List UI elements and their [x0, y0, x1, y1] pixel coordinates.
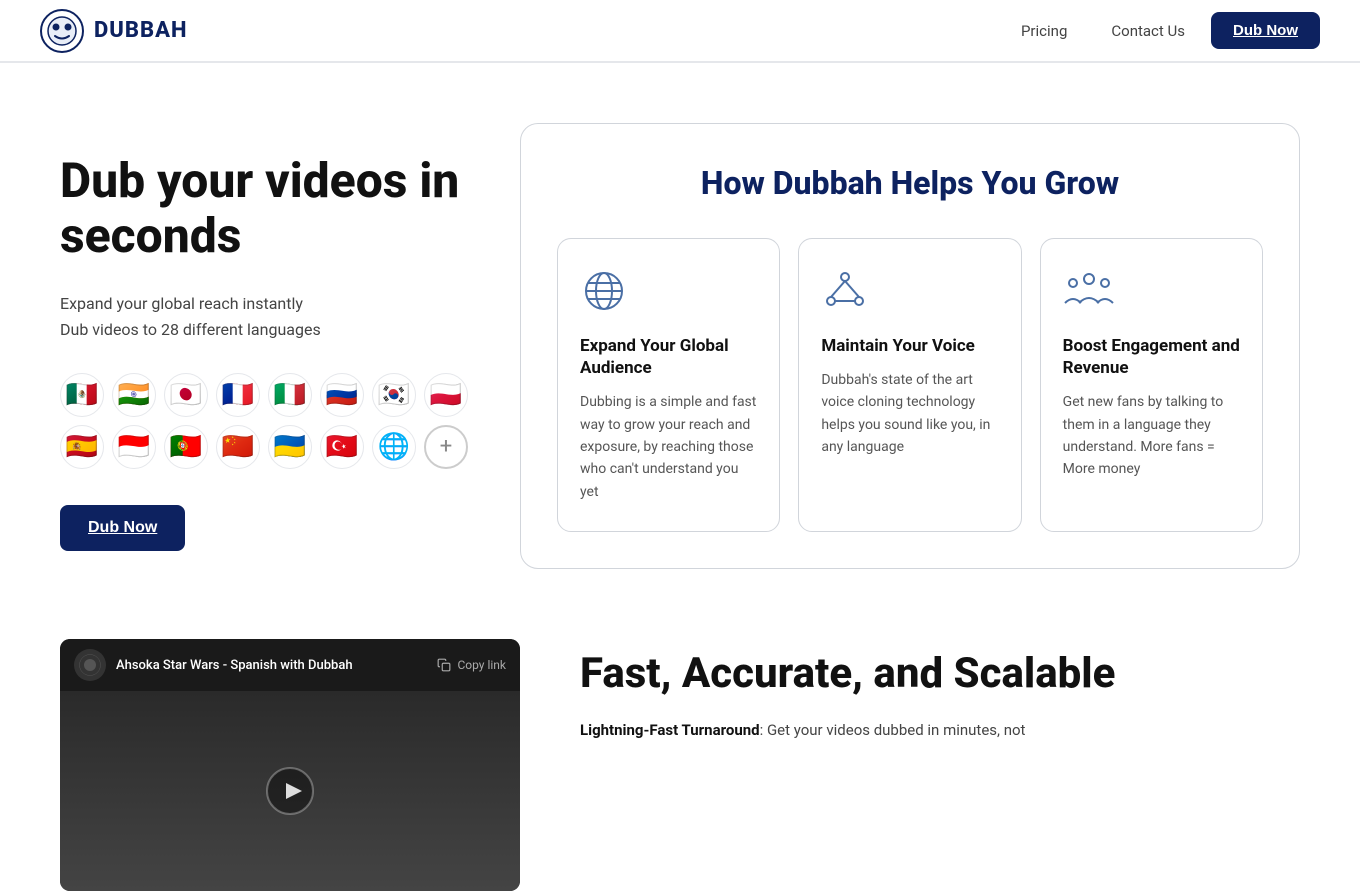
feature-card-2: Boost Engagement and Revenue Get new fan… — [1040, 238, 1263, 532]
cards-row: Expand Your Global Audience Dubbing is a… — [557, 238, 1263, 532]
flag-indonesia: 🇮🇩 — [112, 425, 156, 469]
cards-panel: How Dubbah Helps You Grow Expand Your Gl… — [520, 123, 1300, 569]
flag-poland: 🇵🇱 — [424, 373, 468, 417]
dub-now-hero-button[interactable]: Dub Now — [60, 505, 185, 551]
dub-now-nav-button[interactable]: Dub Now — [1211, 12, 1320, 49]
bottom-desc-rest: : Get your videos dubbed in minutes, not — [760, 721, 1026, 739]
bottom-desc: Lightning-Fast Turnaround: Get your vide… — [580, 718, 1300, 744]
cards-title-bold: Helps You Grow — [891, 164, 1120, 202]
bottom-title: Fast, Accurate, and Scalable — [580, 649, 1300, 699]
video-avatar — [74, 649, 106, 681]
flag-russia: 🇷🇺 — [320, 373, 364, 417]
video-copy-area[interactable]: Copy link — [437, 658, 506, 672]
flag-more-button[interactable]: + — [424, 425, 468, 469]
card-icon-2 — [1063, 267, 1115, 319]
pricing-link[interactable]: Pricing — [1003, 14, 1085, 48]
video-container: Ahsoka Star Wars - Spanish with Dubbah C… — [60, 639, 520, 891]
flag-japan: 🇯🇵 — [164, 373, 208, 417]
logo-area: DUBBAH — [40, 9, 187, 53]
card-heading-0: Expand Your Global Audience — [580, 335, 757, 379]
copy-icon — [437, 658, 451, 672]
video-title-text: Ahsoka Star Wars - Spanish with Dubbah — [116, 658, 353, 673]
card-heading-1: Maintain Your Voice — [821, 335, 998, 357]
navbar: DUBBAH Pricing Contact Us Dub Now — [0, 0, 1360, 62]
bottom-section: Ahsoka Star Wars - Spanish with Dubbah C… — [0, 609, 1360, 891]
card-desc-0: Dubbing is a simple and fast way to grow… — [580, 391, 757, 503]
video-title-area: Ahsoka Star Wars - Spanish with Dubbah — [74, 649, 353, 681]
video-mockup: Ahsoka Star Wars - Spanish with Dubbah C… — [60, 639, 520, 891]
flag-spain: 🇪🇸 — [60, 425, 104, 469]
dubbah-logo-icon — [40, 9, 84, 53]
flag-south-korea: 🇰🇷 — [372, 373, 416, 417]
flag-ukraine: 🇺🇦 — [268, 425, 312, 469]
video-header: Ahsoka Star Wars - Spanish with Dubbah C… — [60, 639, 520, 691]
cards-panel-title: How Dubbah Helps You Grow — [557, 164, 1263, 202]
flag-portugal: 🇵🇹 — [164, 425, 208, 469]
hero-left: Dub your videos in seconds Expand your g… — [60, 123, 480, 551]
hero-subtitle-line2: Dub videos to 28 different languages — [60, 317, 480, 343]
card-icon-0 — [580, 267, 632, 319]
flag-mexico: 🇲🇽 — [60, 373, 104, 417]
brand-name: DUBBAH — [94, 18, 187, 43]
feature-card-1: Maintain Your Voice Dubbah's state of th… — [798, 238, 1021, 532]
cards-title-plain: How Dubbah — [701, 164, 891, 202]
nav-links: Pricing Contact Us Dub Now — [1003, 12, 1320, 49]
hero-title: Dub your videos in seconds — [60, 153, 480, 263]
card-desc-1: Dubbah's state of the art voice cloning … — [821, 369, 998, 459]
flag-india: 🇮🇳 — [112, 373, 156, 417]
flag-turkey: 🇹🇷 — [320, 425, 364, 469]
card-heading-2: Boost Engagement and Revenue — [1063, 335, 1240, 379]
card-desc-2: Get new fans by talking to them in a lan… — [1063, 391, 1240, 481]
flags-grid: 🇲🇽🇮🇳🇯🇵🇫🇷🇮🇹🇷🇺🇰🇷🇵🇱 🇪🇸🇮🇩🇵🇹🇨🇳🇺🇦🇹🇷🌐+ — [60, 373, 480, 469]
flag-france: 🇫🇷 — [216, 373, 260, 417]
contact-link[interactable]: Contact Us — [1093, 14, 1203, 48]
play-icon — [266, 767, 314, 815]
copy-label: Copy link — [457, 658, 506, 672]
hero-subtitle-line1: Expand your global reach instantly — [60, 291, 480, 317]
hero-section: Dub your videos in seconds Expand your g… — [0, 63, 1360, 609]
hero-subtitle: Expand your global reach instantly Dub v… — [60, 291, 480, 342]
video-thumbnail[interactable] — [60, 691, 520, 891]
flag-italy: 🇮🇹 — [268, 373, 312, 417]
right-content: Fast, Accurate, and Scalable Lightning-F… — [580, 639, 1300, 891]
flag-china: 🇨🇳 — [216, 425, 260, 469]
flag-other: 🌐 — [372, 425, 416, 469]
feature-card-0: Expand Your Global Audience Dubbing is a… — [557, 238, 780, 532]
card-icon-1 — [821, 267, 873, 319]
bottom-desc-bold: Lightning-Fast Turnaround — [580, 721, 760, 739]
